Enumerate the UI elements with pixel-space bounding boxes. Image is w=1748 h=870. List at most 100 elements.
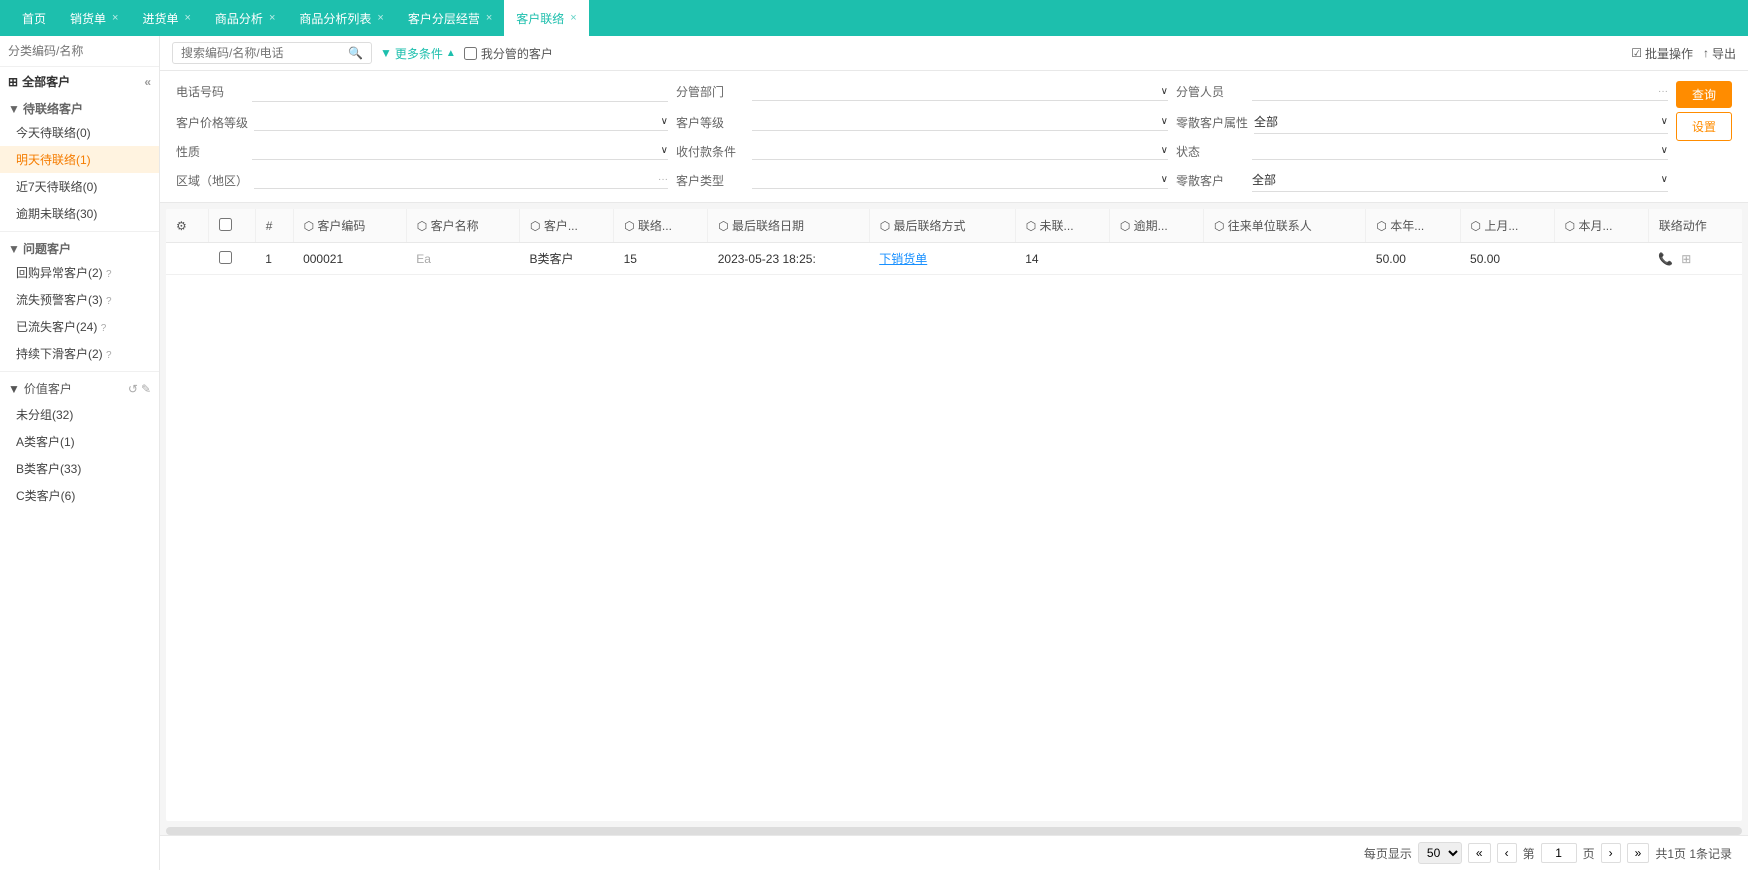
- collapse-sidebar-icon[interactable]: «: [144, 75, 151, 89]
- horizontal-scrollbar[interactable]: [166, 827, 1742, 835]
- export-icon: ↑: [1703, 46, 1709, 60]
- col-last-date: ⬡ 最后联络日期: [708, 209, 869, 243]
- table-area: ⚙ # ⬡ 客户编码 ⬡ 客户名称 ⬡ 客户... ⬡ 联络... ⬡ 最后联络…: [166, 209, 1742, 821]
- sidebar-item-declining[interactable]: 持续下滑客户(2) ?: [0, 340, 159, 367]
- problem-group-label: ▼ 问题客户: [0, 236, 159, 259]
- filter-dept-select[interactable]: ∨: [752, 83, 1168, 101]
- more-filters-btn[interactable]: ▼ 更多条件 ▲: [380, 45, 456, 62]
- col-overdue: ⬡ 逾期...: [1109, 209, 1203, 243]
- close-sales-order[interactable]: ×: [112, 12, 118, 24]
- last-page-btn[interactable]: »: [1627, 843, 1650, 863]
- collapse-value-icon[interactable]: ▼: [8, 382, 20, 396]
- collapse-pending-icon[interactable]: ▼: [8, 102, 20, 116]
- select-all-checkbox[interactable]: [219, 218, 232, 231]
- col-this-year: ⬡ 本年...: [1366, 209, 1460, 243]
- filter-nature: 性质 ∨: [176, 142, 668, 160]
- filter-payment: 收付款条件 ∨: [676, 142, 1168, 160]
- collapse-problem-icon[interactable]: ▼: [8, 242, 20, 256]
- nav-product-analysis[interactable]: 商品分析 ×: [203, 0, 287, 36]
- refresh-value-icon[interactable]: ↺: [128, 382, 138, 396]
- prev-page-btn[interactable]: ‹: [1497, 843, 1517, 863]
- sidebar-item-overdue[interactable]: 逾期未联络(30): [0, 200, 159, 227]
- col-settings[interactable]: ⚙: [166, 209, 209, 243]
- next-page-btn[interactable]: ›: [1601, 843, 1621, 863]
- nature-chevron-icon: ∨: [661, 145, 668, 156]
- filter-dept: 分管部门 ∨: [676, 83, 1168, 101]
- main-search-input[interactable]: [181, 46, 348, 60]
- sidebar-item-c-class[interactable]: C类客户(6): [0, 482, 159, 509]
- first-page-btn[interactable]: «: [1468, 843, 1491, 863]
- nav-customer-contact[interactable]: 客户联络 ×: [504, 0, 588, 36]
- phone-action-icon[interactable]: 📞: [1658, 252, 1673, 266]
- filter-retail-attr-select[interactable]: 全部 ∨: [1254, 110, 1668, 134]
- nav-purchase-order[interactable]: 进货单 ×: [130, 0, 202, 36]
- close-purchase-order[interactable]: ×: [184, 12, 190, 24]
- payment-chevron-icon: ∨: [1161, 145, 1168, 156]
- close-customer-contact[interactable]: ×: [570, 12, 576, 24]
- sidebar-all-customers[interactable]: ⊞ 全部客户 «: [0, 67, 159, 96]
- pending-group-label: ▼ 待联络客户: [0, 96, 159, 119]
- cell-contacts: 15: [614, 243, 708, 275]
- cell-last-method[interactable]: 下销货单: [869, 243, 1015, 275]
- search-bar: 🔍 ▼ 更多条件 ▲ 我分管的客户 ☑ 批量操作 ↑ 导出: [160, 36, 1748, 71]
- export-btn[interactable]: ↑ 导出: [1703, 45, 1736, 62]
- filter-payment-select[interactable]: ∨: [752, 142, 1168, 160]
- close-product-analysis[interactable]: ×: [269, 12, 275, 24]
- filter-row-4: 区域（地区） ··· 客户类型 ∨: [176, 168, 1668, 192]
- filter-status-select[interactable]: ∨: [1252, 142, 1668, 160]
- sidebar-search-input[interactable]: [8, 44, 160, 58]
- sidebar-item-churn-warning[interactable]: 流失预警客户(3) ?: [0, 286, 159, 313]
- filter-price-level-select[interactable]: ∨: [254, 113, 668, 131]
- edit-value-icon[interactable]: ✎: [141, 382, 151, 396]
- filter-retail-customer: 零散客户 全部 ∨: [1176, 168, 1668, 192]
- cell-type: B类客户: [520, 243, 614, 275]
- grid-action-icon[interactable]: ⊞: [1681, 252, 1691, 266]
- cell-this-month: [1554, 243, 1648, 275]
- filter-region-select[interactable]: ···: [254, 171, 668, 189]
- dept-chevron-icon: ∨: [1161, 86, 1168, 97]
- chevron-up-icon: ▲: [446, 48, 456, 59]
- filter-price-level: 客户价格等级 ∨: [176, 113, 668, 131]
- close-product-analysis-list[interactable]: ×: [377, 12, 383, 24]
- row-checkbox[interactable]: [219, 251, 232, 264]
- cell-index: 1: [255, 243, 293, 275]
- filter-retail-customer-select[interactable]: 全部 ∨: [1252, 168, 1668, 192]
- nav-home[interactable]: 首页: [10, 0, 58, 36]
- settings-button[interactable]: 设置: [1676, 112, 1732, 141]
- page-size-select[interactable]: 50: [1418, 842, 1462, 864]
- person-ellipsis-icon: ···: [1658, 86, 1668, 97]
- filter-person-select[interactable]: ···: [1252, 83, 1668, 101]
- sidebar-item-a-class[interactable]: A类客户(1): [0, 428, 159, 455]
- batch-op-btn[interactable]: ☑ 批量操作: [1631, 45, 1693, 62]
- sidebar-item-tomorrow[interactable]: 明天待联络(1): [0, 146, 159, 173]
- filter-customer-type-select[interactable]: ∨: [752, 171, 1168, 189]
- query-button[interactable]: 查询: [1676, 81, 1732, 108]
- cell-last-month: 50.00: [1460, 243, 1554, 275]
- cell-last-date: 2023-05-23 18:25:: [708, 243, 869, 275]
- page-number-input[interactable]: [1541, 843, 1577, 863]
- my-customers-checkbox[interactable]: [464, 47, 477, 60]
- nav-product-analysis-list[interactable]: 商品分析列表 ×: [287, 0, 395, 36]
- sidebar-item-today[interactable]: 今天待联络(0): [0, 119, 159, 146]
- sidebar-item-b-class[interactable]: B类客户(33): [0, 455, 159, 482]
- filter-phone-input[interactable]: [252, 81, 668, 102]
- filter-nature-select[interactable]: ∨: [252, 142, 668, 160]
- customer-table: ⚙ # ⬡ 客户编码 ⬡ 客户名称 ⬡ 客户... ⬡ 联络... ⬡ 最后联络…: [166, 209, 1742, 275]
- filter-phone: 电话号码: [176, 81, 668, 102]
- sidebar-item-churned[interactable]: 已流失客户(24) ?: [0, 313, 159, 340]
- close-customer-tier[interactable]: ×: [486, 12, 492, 24]
- col-this-month: ⬡ 本月...: [1554, 209, 1648, 243]
- sidebar-item-ungrouped[interactable]: 未分组(32): [0, 401, 159, 428]
- cell-not-contacted: 14: [1015, 243, 1109, 275]
- sidebar: 🔍 ⊞ 全部客户 « ▼ 待联络客户 今天待联络(0) 明天待联络(1) 近7天…: [0, 36, 160, 870]
- sidebar-item-repurchase[interactable]: 回购异常客户(2) ?: [0, 259, 159, 286]
- region-ellipsis-icon: ···: [658, 174, 668, 185]
- sidebar-item-7days[interactable]: 近7天待联络(0): [0, 173, 159, 200]
- cell-name[interactable]: Ea: [406, 243, 519, 275]
- filter-customer-level-select[interactable]: ∨: [752, 113, 1168, 131]
- filter-customer-level: 客户等级 ∨: [676, 113, 1168, 131]
- nav-sales-order[interactable]: 销货单 ×: [58, 0, 130, 36]
- price-level-chevron-icon: ∨: [661, 116, 668, 127]
- nav-customer-tier[interactable]: 客户分层经营 ×: [396, 0, 504, 36]
- main-search-icon[interactable]: 🔍: [348, 46, 363, 60]
